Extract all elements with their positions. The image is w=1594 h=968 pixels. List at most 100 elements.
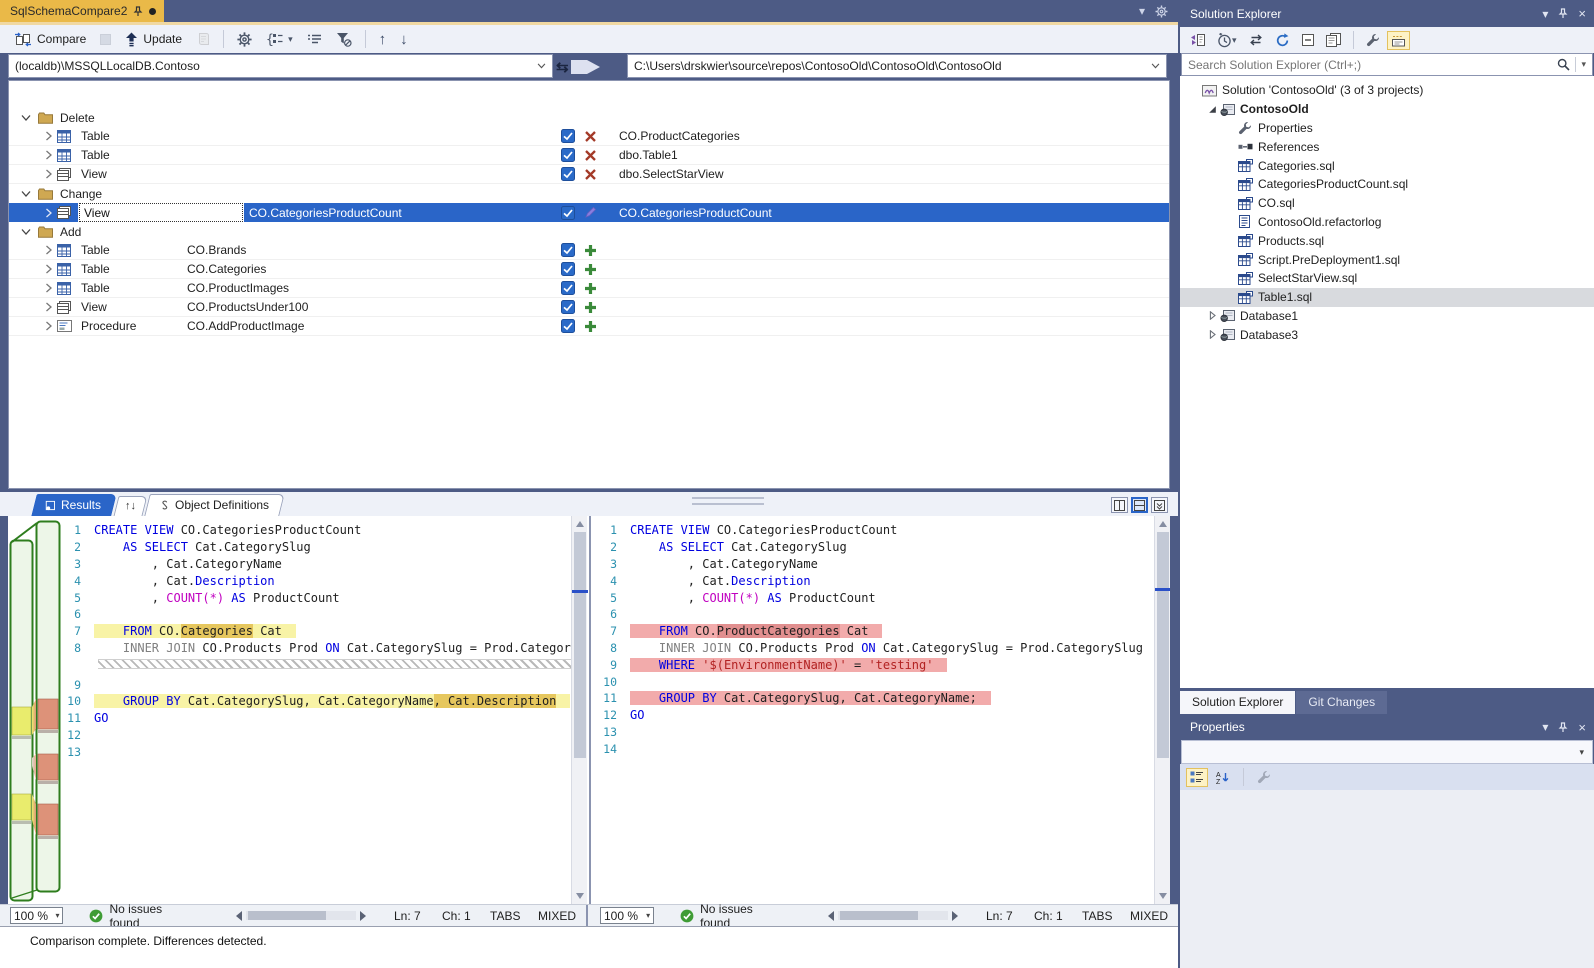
categorized-button[interactable] (1186, 768, 1208, 787)
code-line[interactable]: 8 INNER JOIN CO.Products Prod ON Cat.Cat… (598, 640, 1147, 657)
code-line[interactable]: 1CREATE VIEW CO.CategoriesProductCount (598, 522, 1147, 539)
checkbox-icon[interactable] (561, 262, 575, 276)
checkbox-icon[interactable] (561, 300, 575, 314)
tree-item[interactable]: Table1.sql (1180, 288, 1594, 307)
grid-group-row[interactable]: Add (9, 222, 1169, 241)
filter-button[interactable] (330, 29, 358, 50)
chevron-right-icon[interactable] (41, 245, 57, 255)
chevron-right-icon[interactable] (41, 150, 57, 160)
code-line[interactable]: 11 GROUP BY Cat.CategorySlug, Cat.Catego… (598, 690, 1147, 707)
property-pages-wrench-icon[interactable] (1253, 767, 1275, 787)
tab-git-changes[interactable]: Git Changes (1296, 691, 1387, 714)
target-definition-editor[interactable]: 1CREATE VIEW CO.CategoriesProductCount2 … (594, 516, 1147, 904)
swap-panes-button[interactable] (1151, 497, 1168, 513)
tab-list-dropdown-icon[interactable]: ▾ (1139, 4, 1145, 18)
switch-source-target-icon[interactable]: ⇆ (556, 58, 569, 76)
code-line[interactable]: 13 (598, 724, 1147, 741)
code-line[interactable]: 2 AS SELECT Cat.CategorySlug (598, 539, 1147, 556)
tree-item[interactable]: CO.sql (1180, 194, 1594, 213)
expander-collapsed-icon[interactable] (1204, 311, 1220, 320)
solution-explorer-header[interactable]: Solution Explorer ▾ × (1180, 0, 1594, 27)
pin-icon[interactable] (133, 6, 143, 17)
code-line[interactable]: 9 WHERE '$(EnvironmentName)' = 'testing' (598, 656, 1147, 673)
show-all-files-button[interactable] (1322, 30, 1345, 50)
grid-row[interactable]: Viewdbo.SelectStarView (9, 165, 1169, 184)
code-line[interactable]: 12GO (598, 707, 1147, 724)
tab-sqlschemacompare2[interactable]: SqlSchemaCompare2 (0, 0, 164, 22)
chevron-right-icon[interactable] (41, 302, 57, 312)
checkbox-icon[interactable] (561, 243, 575, 257)
tree-item[interactable]: SelectStarView.sql (1180, 269, 1594, 288)
checkbox-icon[interactable] (561, 206, 575, 220)
chevron-down-icon[interactable] (537, 63, 546, 69)
tree-item[interactable]: ContosoOld (1180, 100, 1594, 119)
code-line[interactable]: 5 , COUNT(*) AS ProductCount (62, 589, 571, 606)
update-button[interactable]: Update (119, 29, 188, 50)
solution-search-box[interactable]: ▾ (1181, 53, 1593, 76)
code-line[interactable]: 11GO (62, 710, 571, 727)
grid-row[interactable]: Tabledbo.Table1 (9, 146, 1169, 165)
pin-icon[interactable] (1558, 8, 1568, 19)
code-line[interactable]: 10 (598, 673, 1147, 690)
alphabetical-sort-button[interactable]: AZ (1212, 768, 1234, 787)
zoom-select[interactable]: 100 %▾ (10, 907, 63, 924)
tree-item[interactable]: References (1180, 137, 1594, 156)
tree-item[interactable]: Script.PreDeployment1.sql (1180, 250, 1594, 269)
splitter-grip[interactable] (692, 497, 764, 505)
code-line[interactable]: 7 FROM CO.Categories Cat (62, 623, 571, 640)
toggle-summary-button[interactable] (301, 30, 328, 48)
properties-button[interactable] (1362, 30, 1384, 50)
previous-difference-button[interactable]: ↑ (373, 28, 393, 51)
source-definition-editor[interactable]: 1CREATE VIEW CO.CategoriesProductCount2 … (62, 516, 571, 904)
group-results-button[interactable]: {▾ (260, 29, 299, 49)
tree-item[interactable]: Database3 (1180, 325, 1594, 344)
chevron-right-icon[interactable] (41, 169, 57, 179)
tree-item[interactable]: Database1 (1180, 307, 1594, 326)
tab-object-definitions[interactable]: Object Definitions (144, 494, 285, 516)
collapse-all-button[interactable] (1297, 30, 1319, 50)
window-menu-icon[interactable]: ▾ (1542, 7, 1548, 21)
code-line[interactable]: 3 , Cat.CategoryName (62, 556, 571, 573)
search-options-chevron-icon[interactable]: ▾ (1581, 59, 1586, 70)
checkbox-icon[interactable] (561, 167, 575, 181)
refresh-button[interactable] (1271, 30, 1294, 51)
grid-row[interactable]: TableCO.ProductCategories (9, 127, 1169, 146)
target-project-combobox[interactable]: C:\Users\drskwier\source\repos\ContosoOl… (627, 54, 1167, 78)
chevron-down-icon[interactable] (21, 190, 31, 198)
grid-row[interactable]: ViewCO.CategoriesProductCountCO.Categori… (9, 203, 1169, 222)
code-line[interactable]: 6 (598, 606, 1147, 623)
tree-item[interactable]: Categories.sql (1180, 156, 1594, 175)
code-line[interactable]: 14 (598, 740, 1147, 757)
properties-object-combobox[interactable]: ▾ (1181, 740, 1593, 764)
grid-row[interactable]: ViewCO.ProductsUnder100 (9, 298, 1169, 317)
tab-solution-explorer[interactable]: Solution Explorer (1180, 691, 1295, 714)
horizontal-scrollbar[interactable] (236, 911, 366, 921)
expander-collapsed-icon[interactable] (1204, 330, 1220, 339)
grid-group-row[interactable]: Delete (9, 108, 1169, 127)
expander-expanded-icon[interactable] (1204, 105, 1220, 114)
split-vertical-button[interactable] (1111, 497, 1128, 513)
code-line[interactable]: 9 (62, 676, 571, 693)
close-icon[interactable]: × (1578, 6, 1586, 21)
code-line[interactable]: 1CREATE VIEW CO.CategoriesProductCount (62, 522, 571, 539)
code-line[interactable]: 8 INNER JOIN CO.Products Prod ON Cat.Cat… (62, 640, 571, 657)
code-line[interactable]: 10 GROUP BY Cat.CategorySlug, Cat.Catego… (62, 693, 571, 710)
tree-item[interactable]: Solution 'ContosoOld' (3 of 3 projects) (1180, 81, 1594, 100)
tab-results[interactable]: Results (31, 494, 117, 516)
sync-with-active-document-button[interactable] (1186, 30, 1210, 50)
type-cell-editor[interactable]: View (79, 203, 243, 222)
switch-views-button[interactable] (1244, 31, 1268, 49)
pane-divider[interactable] (589, 516, 591, 904)
code-line[interactable]: 2 AS SELECT Cat.CategorySlug (62, 539, 571, 556)
code-line[interactable]: 7 FROM CO.ProductCategories Cat (598, 623, 1147, 640)
search-icon[interactable] (1557, 58, 1570, 71)
checkbox-icon[interactable] (561, 319, 575, 333)
code-line[interactable]: 12 (62, 727, 571, 744)
grid-group-row[interactable]: Change (9, 184, 1169, 203)
checkbox-icon[interactable] (561, 129, 575, 143)
generate-script-button[interactable] (190, 29, 216, 49)
grid-row[interactable]: TableCO.Categories (9, 260, 1169, 279)
code-line[interactable]: 4 , Cat.Description (598, 572, 1147, 589)
code-line[interactable]: 4 , Cat.Description (62, 572, 571, 589)
split-horizontal-button[interactable] (1131, 497, 1148, 513)
